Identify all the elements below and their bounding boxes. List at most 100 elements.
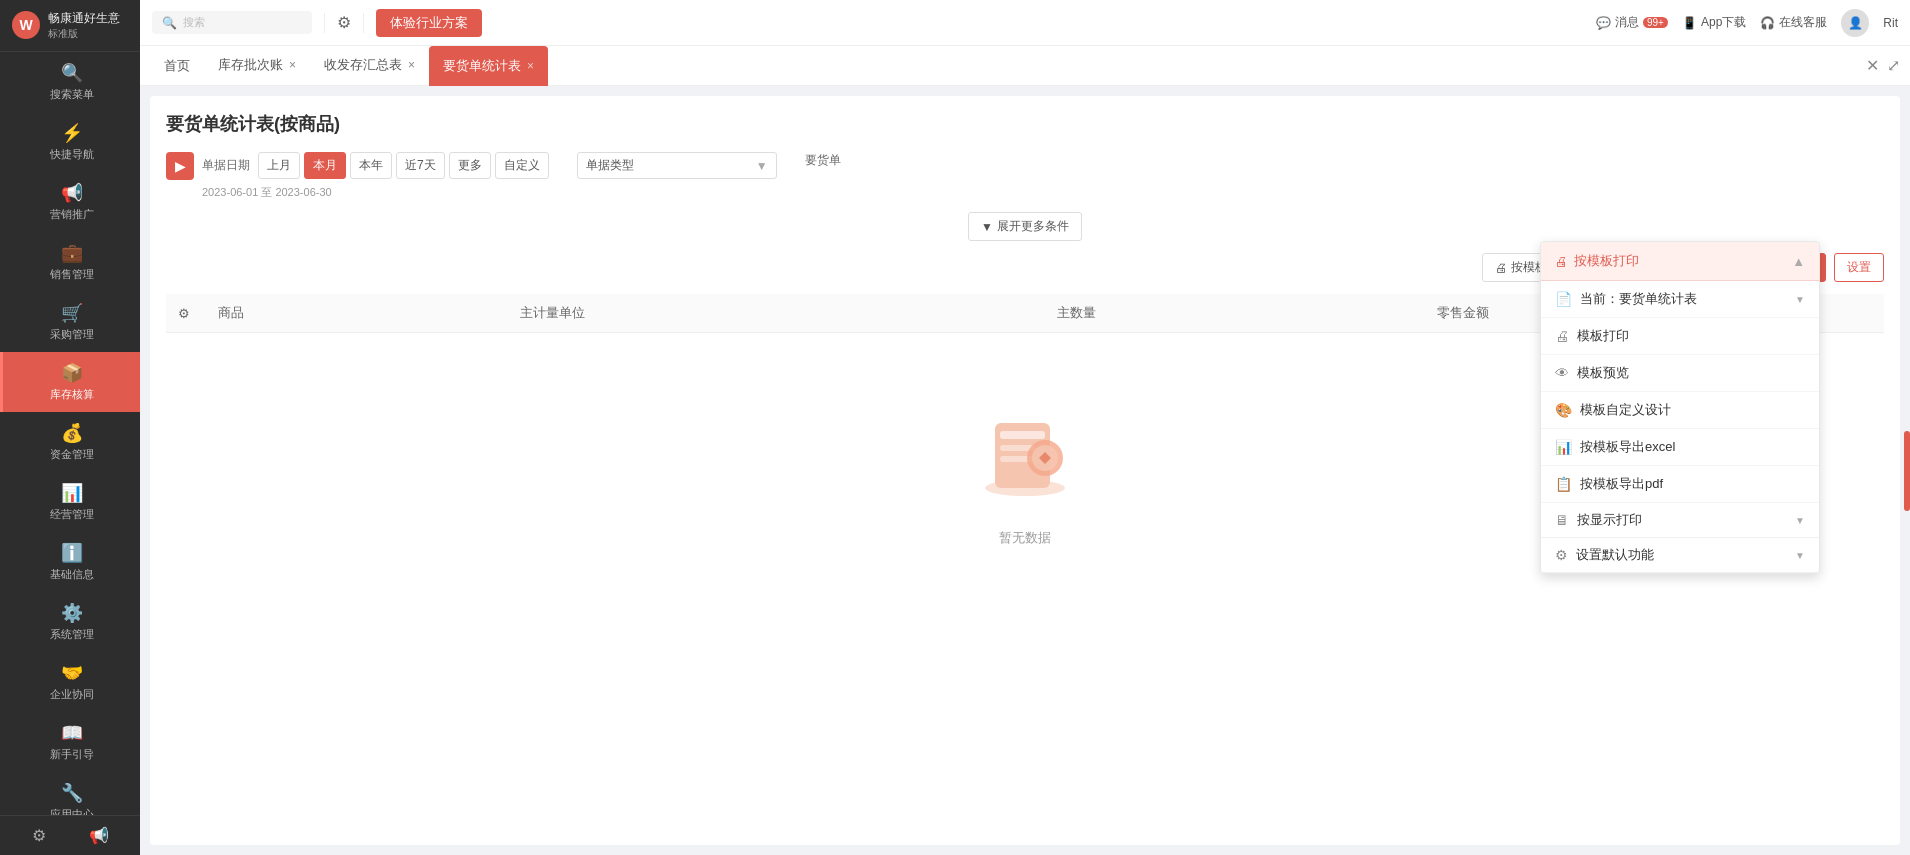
type-filter-group: 单据类型 ▼	[577, 152, 777, 179]
speaker-icon[interactable]: 📢	[89, 826, 109, 845]
table-col-unit: 主计量单位	[508, 294, 1045, 333]
tab-order-stats-close[interactable]: ×	[527, 59, 534, 73]
filter-expand-btn[interactable]: ▶	[166, 152, 194, 180]
type-filter-chevron: ▼	[756, 159, 768, 173]
date-btn-current-month[interactable]: 本月	[304, 152, 346, 179]
sidebar-item-search[interactable]: 🔍 搜索菜单	[0, 52, 140, 112]
messages-item[interactable]: 💬 消息 99+	[1596, 14, 1668, 31]
tab-receipt-summary-label: 收发存汇总表	[324, 56, 402, 74]
date-btn-prev-month[interactable]: 上月	[258, 152, 300, 179]
sidebar-item-basicinfo[interactable]: ℹ️ 基础信息	[0, 532, 140, 592]
type-filter-select[interactable]: 单据类型 ▼	[577, 152, 777, 179]
date-btn-7days[interactable]: 近7天	[396, 152, 445, 179]
date-btn-custom[interactable]: 自定义	[495, 152, 549, 179]
sidebar: W 畅康通好生意 标准版 🔍 搜索菜单 ⚡ 快捷导航 📢 营销推广 💼 销售管理…	[0, 0, 140, 855]
appdownload-item[interactable]: 📱 App下载	[1682, 14, 1746, 31]
print-icon: 🖨	[1495, 261, 1507, 275]
dropdown-item-pdf[interactable]: 📋 按模板导出pdf	[1541, 466, 1819, 503]
tabbar: 首页 库存批次账 × 收发存汇总表 × 要货单统计表 × ✕ ⤢	[140, 46, 1910, 86]
date-btn-current-year[interactable]: 本年	[350, 152, 392, 179]
dropdown-print-icon: 🖨	[1555, 254, 1568, 269]
sidebar-item-inventory[interactable]: 📦 库存核算	[0, 352, 140, 412]
tab-inventory-batch-close[interactable]: ×	[289, 58, 296, 72]
operation-icon: 📊	[61, 482, 83, 504]
dropdown-current-inner: 📄 当前：要货单统计表	[1555, 290, 1697, 308]
date-btn-more[interactable]: 更多	[449, 152, 491, 179]
template-pdf-icon: 📋	[1555, 476, 1572, 492]
tab-receipt-summary-close[interactable]: ×	[408, 58, 415, 72]
finance-icon: 💰	[61, 422, 83, 444]
trial-btn[interactable]: 体验行业方案	[376, 9, 482, 37]
sidebar-item-operation[interactable]: 📊 经营管理	[0, 472, 140, 532]
default-func-icon: ⚙	[1555, 547, 1568, 563]
page-content: 要货单统计表(按商品) ▶ 单据日期 上月 本月 本年 近7天 更多 自定义 2…	[140, 86, 1910, 855]
topbar-divider2	[363, 13, 364, 33]
topbar-divider	[324, 13, 325, 33]
dropdown-item-excel[interactable]: 📊 按模板导出excel	[1541, 429, 1819, 466]
phone-icon: 📱	[1682, 16, 1697, 30]
sidebar-item-system[interactable]: ⚙️ 系统管理	[0, 592, 140, 652]
display-print-label: 按显示打印	[1577, 511, 1642, 529]
dropdown-current-template[interactable]: 📄 当前：要货单统计表 ▼	[1541, 281, 1819, 318]
dropdown-close-icon[interactable]: ▲	[1792, 254, 1805, 269]
sidebar-logo: W 畅康通好生意 标准版	[0, 0, 140, 52]
tab-order-stats-label: 要货单统计表	[443, 57, 521, 75]
tabbar-close-btn[interactable]: ✕	[1866, 56, 1879, 75]
date-filter-group: 单据日期 上月 本月 本年 近7天 更多 自定义 2023-06-01 至 20…	[202, 152, 549, 200]
sidebar-item-label-finance: 资金管理	[50, 447, 94, 462]
dropdown-item-print[interactable]: 🖨 模板打印	[1541, 318, 1819, 355]
logo-icon: W	[12, 11, 40, 39]
sidebar-item-label-system: 系统管理	[50, 627, 94, 642]
sidebar-item-finance[interactable]: 💰 资金管理	[0, 412, 140, 472]
tab-order-stats[interactable]: 要货单统计表 ×	[429, 46, 548, 86]
sidebar-item-label-appcenter: 应用中心	[50, 807, 94, 815]
sidebar-item-sales[interactable]: 💼 销售管理	[0, 232, 140, 292]
user-avatar[interactable]: 👤	[1841, 9, 1869, 37]
topbar: 🔍 搜索 ⚙ 体验行业方案 💬 消息 99+ 📱 App下载 🎧 在线客服 👤	[140, 0, 1910, 46]
dropdown-header: 🖨 按模板打印 ▲	[1541, 242, 1819, 281]
settings-icon[interactable]: ⚙	[32, 826, 46, 845]
dropdown-section-default-func[interactable]: ⚙ 设置默认功能 ▼	[1541, 538, 1819, 573]
system-icon: ⚙️	[61, 602, 83, 624]
tabbar-expand-btn[interactable]: ⤢	[1887, 56, 1900, 75]
sidebar-bottom: ⚙ 📢	[0, 815, 140, 855]
dropdown-title: 按模板打印	[1574, 252, 1639, 270]
dropdown-menu: 🖨 按模板打印 ▲ 📄 当前：要货单统计表 ▼ 🖨 模板打印	[1540, 241, 1820, 574]
dropdown-section-display-print[interactable]: 🖥 按显示打印 ▼	[1541, 503, 1819, 538]
sidebar-item-label-marketing: 营销推广	[50, 207, 94, 222]
sidebar-item-appcenter[interactable]: 🔧 应用中心	[0, 772, 140, 815]
topbar-search-icon: 🔍	[162, 16, 177, 30]
sidebar-item-newuser[interactable]: 📖 新手引导	[0, 712, 140, 772]
inventory-icon: 📦	[61, 362, 83, 384]
tab-home-label: 首页	[164, 57, 190, 75]
tab-receipt-summary[interactable]: 收发存汇总表 ×	[310, 46, 429, 86]
dropdown-item-preview[interactable]: 👁 模板预览	[1541, 355, 1819, 392]
search-icon: 🔍	[61, 62, 83, 84]
onlineservice-item[interactable]: 🎧 在线客服	[1760, 14, 1827, 31]
sidebar-item-marketing[interactable]: 📢 营销推广	[0, 172, 140, 232]
appcenter-icon: 🔧	[61, 782, 83, 804]
onlineservice-label: 在线客服	[1779, 14, 1827, 31]
app-version: 标准版	[48, 27, 120, 41]
tab-inventory-batch[interactable]: 库存批次账 ×	[204, 46, 310, 86]
template-excel-icon: 📊	[1555, 439, 1572, 455]
sidebar-item-enterprise[interactable]: 🤝 企业协同	[0, 652, 140, 712]
sidebar-item-label-quicknav: 快捷导航	[50, 147, 94, 162]
tab-home[interactable]: 首页	[150, 46, 204, 86]
topbar-gear-icon[interactable]: ⚙	[337, 13, 351, 32]
date-filter-row: 单据日期 上月 本月 本年 近7天 更多 自定义	[202, 152, 549, 179]
table-col-setting[interactable]: ⚙	[166, 294, 206, 333]
setting-btn[interactable]: 设置	[1834, 253, 1884, 282]
dropdown-item-preview-label: 模板预览	[1577, 364, 1629, 382]
sidebar-item-purchase[interactable]: 🛒 采购管理	[0, 292, 140, 352]
topbar-search[interactable]: 🔍 搜索	[152, 11, 312, 34]
tabbar-right: ✕ ⤢	[1866, 56, 1900, 75]
sidebar-item-quick-nav[interactable]: ⚡ 快捷导航	[0, 112, 140, 172]
sidebar-item-label-sales: 销售管理	[50, 267, 94, 282]
dropdown-item-design[interactable]: 🎨 模板自定义设计	[1541, 392, 1819, 429]
newuser-icon: 📖	[61, 722, 83, 744]
svg-rect-2	[1000, 431, 1045, 439]
expand-more-btn[interactable]: ▼ 展开更多条件	[968, 212, 1082, 241]
topbar-search-text: 搜索	[183, 15, 205, 30]
page-title: 要货单统计表(按商品)	[166, 112, 1884, 136]
